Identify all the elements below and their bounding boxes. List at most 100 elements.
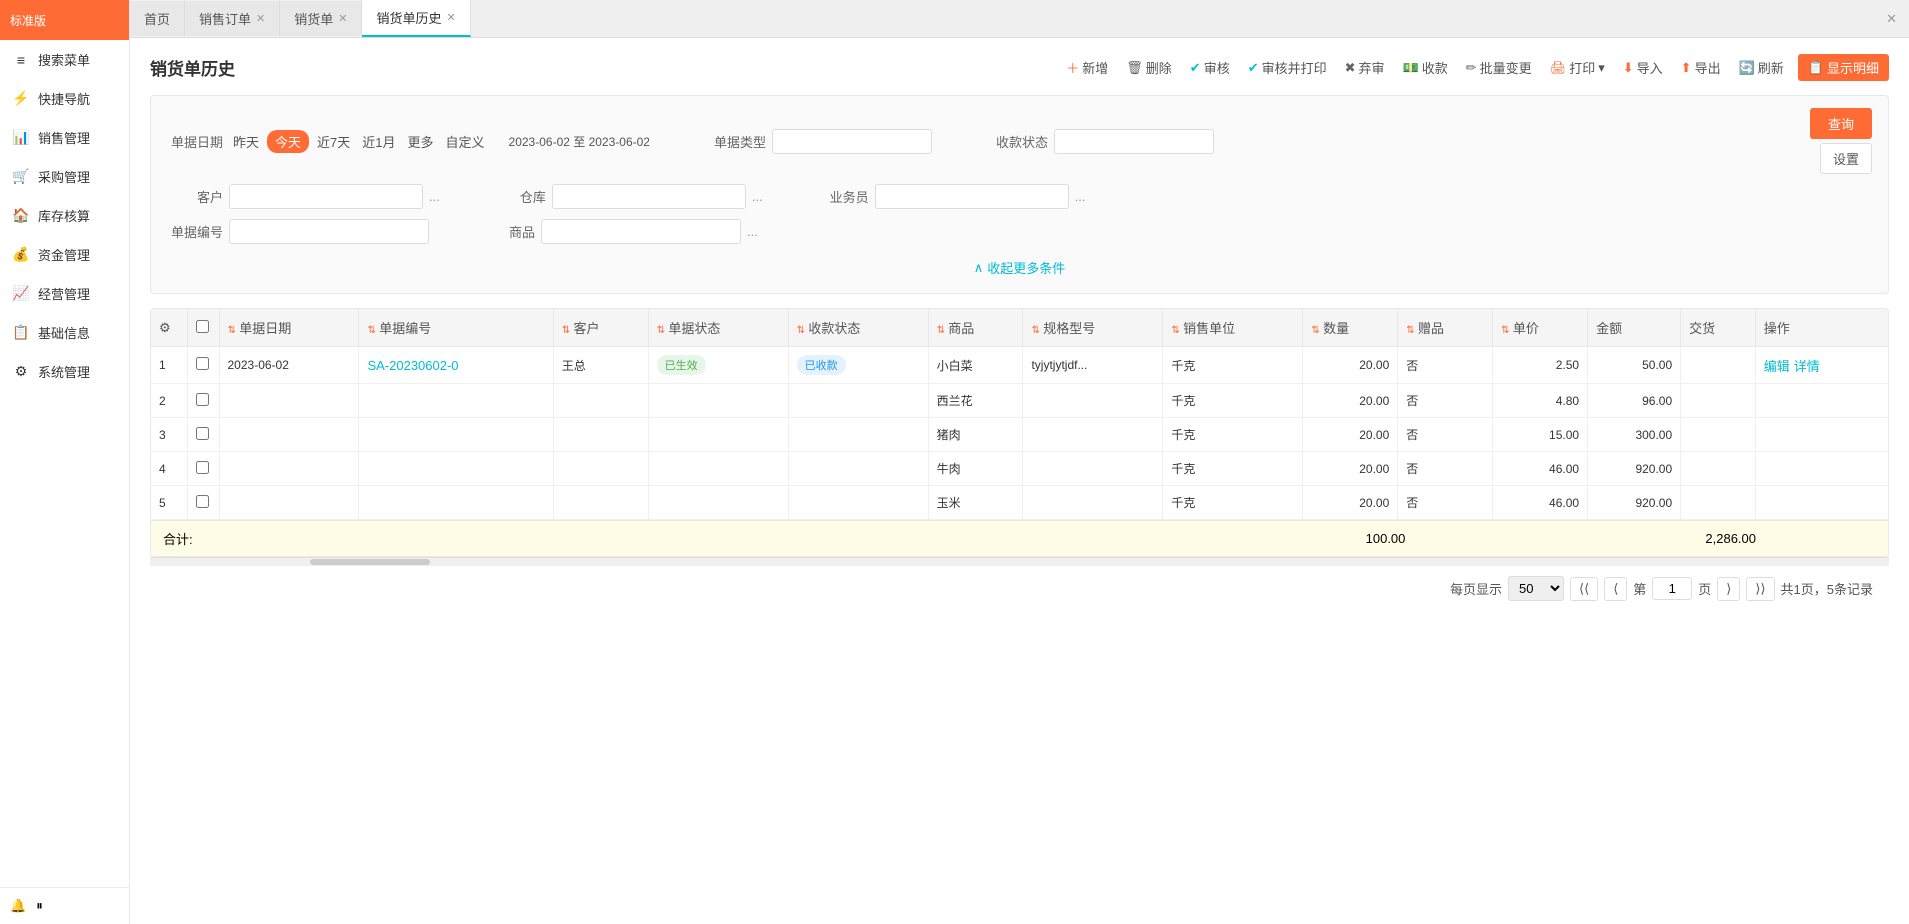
col-product[interactable]: ⇅ 商品 bbox=[928, 309, 1023, 347]
page-number-input[interactable] bbox=[1652, 577, 1692, 600]
pause-icon[interactable]: ⏸ bbox=[36, 898, 43, 914]
cell-no: 5 bbox=[151, 486, 187, 520]
sidebar-item-operations[interactable]: 📈 经营管理 bbox=[0, 274, 129, 313]
sidebar-item-basic-info[interactable]: 📋 基础信息 bbox=[0, 313, 129, 352]
col-spec[interactable]: ⇅ 规格型号 bbox=[1023, 309, 1163, 347]
next-page-button[interactable]: ⟩ bbox=[1717, 577, 1740, 601]
notification-icon[interactable]: 🔔 bbox=[10, 898, 26, 914]
col-qty[interactable]: ⇅ 数量 bbox=[1303, 309, 1398, 347]
col-date[interactable]: ⇅ 单据日期 bbox=[219, 309, 359, 347]
approve-button[interactable]: ✔ 审核 bbox=[1186, 56, 1234, 79]
product-filter-input[interactable] bbox=[541, 219, 741, 244]
show-detail-icon: 📋 bbox=[1808, 60, 1824, 76]
tab-sales-order-close[interactable]: ✕ bbox=[256, 12, 265, 25]
doc-no-input[interactable] bbox=[229, 219, 429, 244]
date-tag-more[interactable]: 更多 bbox=[404, 130, 438, 153]
customer-input[interactable] bbox=[229, 184, 423, 209]
close-all-tabs[interactable]: ✕ bbox=[1874, 11, 1909, 27]
date-tag-yesterday[interactable]: 昨天 bbox=[229, 130, 263, 153]
revoke-button[interactable]: ✖ 弃审 bbox=[1341, 56, 1389, 79]
data-table: ⚙ ⇅ 单据日期 ⇅ 单据编号 bbox=[150, 308, 1889, 557]
sort-spec-icon: ⇅ bbox=[1031, 325, 1039, 336]
approve-print-button[interactable]: ✔ 审核并打印 bbox=[1244, 56, 1331, 79]
sidebar-item-search-menu[interactable]: ≡ 搜索菜单 bbox=[0, 40, 129, 79]
col-payment-status[interactable]: ⇅ 收款状态 bbox=[788, 309, 928, 347]
row-checkbox[interactable] bbox=[196, 461, 209, 474]
col-unit[interactable]: ⇅ 销售单位 bbox=[1163, 309, 1303, 347]
row-checkbox[interactable] bbox=[196, 393, 209, 406]
payment-status-select[interactable] bbox=[1054, 129, 1214, 154]
tab-sales-delivery-close[interactable]: ✕ bbox=[338, 12, 347, 25]
cell-payment-status bbox=[788, 486, 928, 520]
product-dots[interactable]: ... bbox=[747, 224, 758, 239]
detail-action[interactable]: 详情 bbox=[1794, 359, 1820, 374]
sidebar-item-purchase-mgmt[interactable]: 🛒 采购管理 bbox=[0, 157, 129, 196]
doc-no-link[interactable]: SA-20230602-0 bbox=[367, 358, 458, 373]
add-button[interactable]: ＋ 新增 bbox=[1062, 56, 1112, 79]
filter-warehouse: 仓库 ... bbox=[490, 184, 763, 209]
col-checkbox[interactable] bbox=[187, 309, 219, 347]
doc-type-select[interactable] bbox=[772, 129, 932, 154]
customer-dots[interactable]: ... bbox=[429, 189, 440, 204]
row-checkbox[interactable] bbox=[196, 495, 209, 508]
first-page-button[interactable]: ⟨⟨ bbox=[1570, 577, 1598, 601]
finance-icon: 💰 bbox=[12, 246, 30, 263]
row-checkbox[interactable] bbox=[196, 427, 209, 440]
cell-delivery bbox=[1681, 384, 1756, 418]
tab-sales-history[interactable]: 销货单历史 ✕ bbox=[362, 0, 470, 37]
settings-button[interactable]: 设置 bbox=[1820, 143, 1872, 174]
payment-button[interactable]: 💵 收款 bbox=[1399, 56, 1452, 79]
prev-page-button[interactable]: ⟨ bbox=[1604, 577, 1627, 601]
col-doc-no[interactable]: ⇅ 单据编号 bbox=[359, 309, 553, 347]
filter-payment-status: 收款状态 bbox=[992, 129, 1214, 154]
col-price[interactable]: ⇅ 单价 bbox=[1493, 309, 1588, 347]
salesperson-input[interactable] bbox=[875, 184, 1069, 209]
salesperson-dots[interactable]: ... bbox=[1075, 189, 1086, 204]
delete-button[interactable]: 🗑 删除 bbox=[1122, 56, 1176, 79]
table-settings-icon[interactable]: ⚙ bbox=[159, 320, 171, 335]
select-all-checkbox[interactable] bbox=[196, 320, 209, 333]
cell-price: 15.00 bbox=[1493, 418, 1588, 452]
col-doc-status[interactable]: ⇅ 单据状态 bbox=[648, 309, 788, 347]
toolbar: ＋ 新增 🗑 删除 ✔ 审核 ✔ 审核并打印 ✖ 弃审 bbox=[1062, 54, 1889, 81]
sidebar-item-inventory[interactable]: 🏠 库存核算 bbox=[0, 196, 129, 235]
collapse-button[interactable]: ∧ 收起更多条件 bbox=[970, 254, 1070, 281]
date-tag-1month[interactable]: 近1月 bbox=[358, 130, 399, 153]
refresh-button[interactable]: 🔄 刷新 bbox=[1735, 56, 1788, 79]
tab-sales-order[interactable]: 销售订单 ✕ bbox=[185, 1, 280, 36]
cell-customer bbox=[553, 486, 648, 520]
table-row: 2西兰花千克20.00否4.8096.00 bbox=[151, 384, 1888, 418]
tab-sales-history-close[interactable]: ✕ bbox=[447, 11, 456, 24]
sidebar-item-system-mgmt[interactable]: ⚙ 系统管理 bbox=[0, 352, 129, 391]
date-tag-today[interactable]: 今天 bbox=[267, 130, 309, 153]
col-customer[interactable]: ⇅ 客户 bbox=[553, 309, 648, 347]
export-button[interactable]: ⬆ 导出 bbox=[1677, 56, 1725, 79]
edit-action[interactable]: 编辑 bbox=[1764, 359, 1790, 374]
warehouse-input[interactable] bbox=[552, 184, 746, 209]
query-button[interactable]: 查询 bbox=[1810, 108, 1872, 139]
date-tag-custom[interactable]: 自定义 bbox=[442, 130, 489, 153]
show-detail-button[interactable]: 📋 显示明细 bbox=[1798, 54, 1889, 81]
sort-qty-icon: ⇅ bbox=[1311, 325, 1319, 336]
last-page-button[interactable]: ⟩⟩ bbox=[1746, 577, 1774, 601]
tab-home[interactable]: 首页 bbox=[130, 1, 185, 36]
sidebar-item-sales-mgmt[interactable]: 📊 销售管理 bbox=[0, 118, 129, 157]
batch-change-button[interactable]: ✏ 批量变更 bbox=[1462, 56, 1536, 79]
cell-customer bbox=[553, 384, 648, 418]
sidebar-item-quick-nav[interactable]: ⚡ 快捷导航 bbox=[0, 79, 129, 118]
sidebar-item-finance[interactable]: 💰 资金管理 bbox=[0, 235, 129, 274]
per-page-select[interactable]: 50 20 100 bbox=[1508, 576, 1564, 601]
date-range-text: 2023-06-02 至 2023-06-02 bbox=[509, 133, 650, 150]
col-settings[interactable]: ⚙ bbox=[151, 309, 187, 347]
col-delivery[interactable]: 交货 bbox=[1681, 309, 1756, 347]
col-gift[interactable]: ⇅ 赠品 bbox=[1398, 309, 1493, 347]
print-button[interactable]: 🖨 打印 ▾ bbox=[1546, 56, 1609, 79]
tab-sales-delivery[interactable]: 销货单 ✕ bbox=[280, 1, 362, 36]
main-area: 首页 销售订单 ✕ 销货单 ✕ 销货单历史 ✕ ✕ 销货单历史 ＋ 新增 bbox=[130, 0, 1909, 924]
warehouse-dots[interactable]: ... bbox=[752, 189, 763, 204]
import-button[interactable]: ⬇ 导入 bbox=[1619, 56, 1667, 79]
date-tag-7days[interactable]: 近7天 bbox=[313, 130, 354, 153]
col-amount[interactable]: 金额 bbox=[1588, 309, 1681, 347]
row-checkbox[interactable] bbox=[196, 357, 209, 370]
scrollbar-area[interactable] bbox=[150, 557, 1889, 565]
